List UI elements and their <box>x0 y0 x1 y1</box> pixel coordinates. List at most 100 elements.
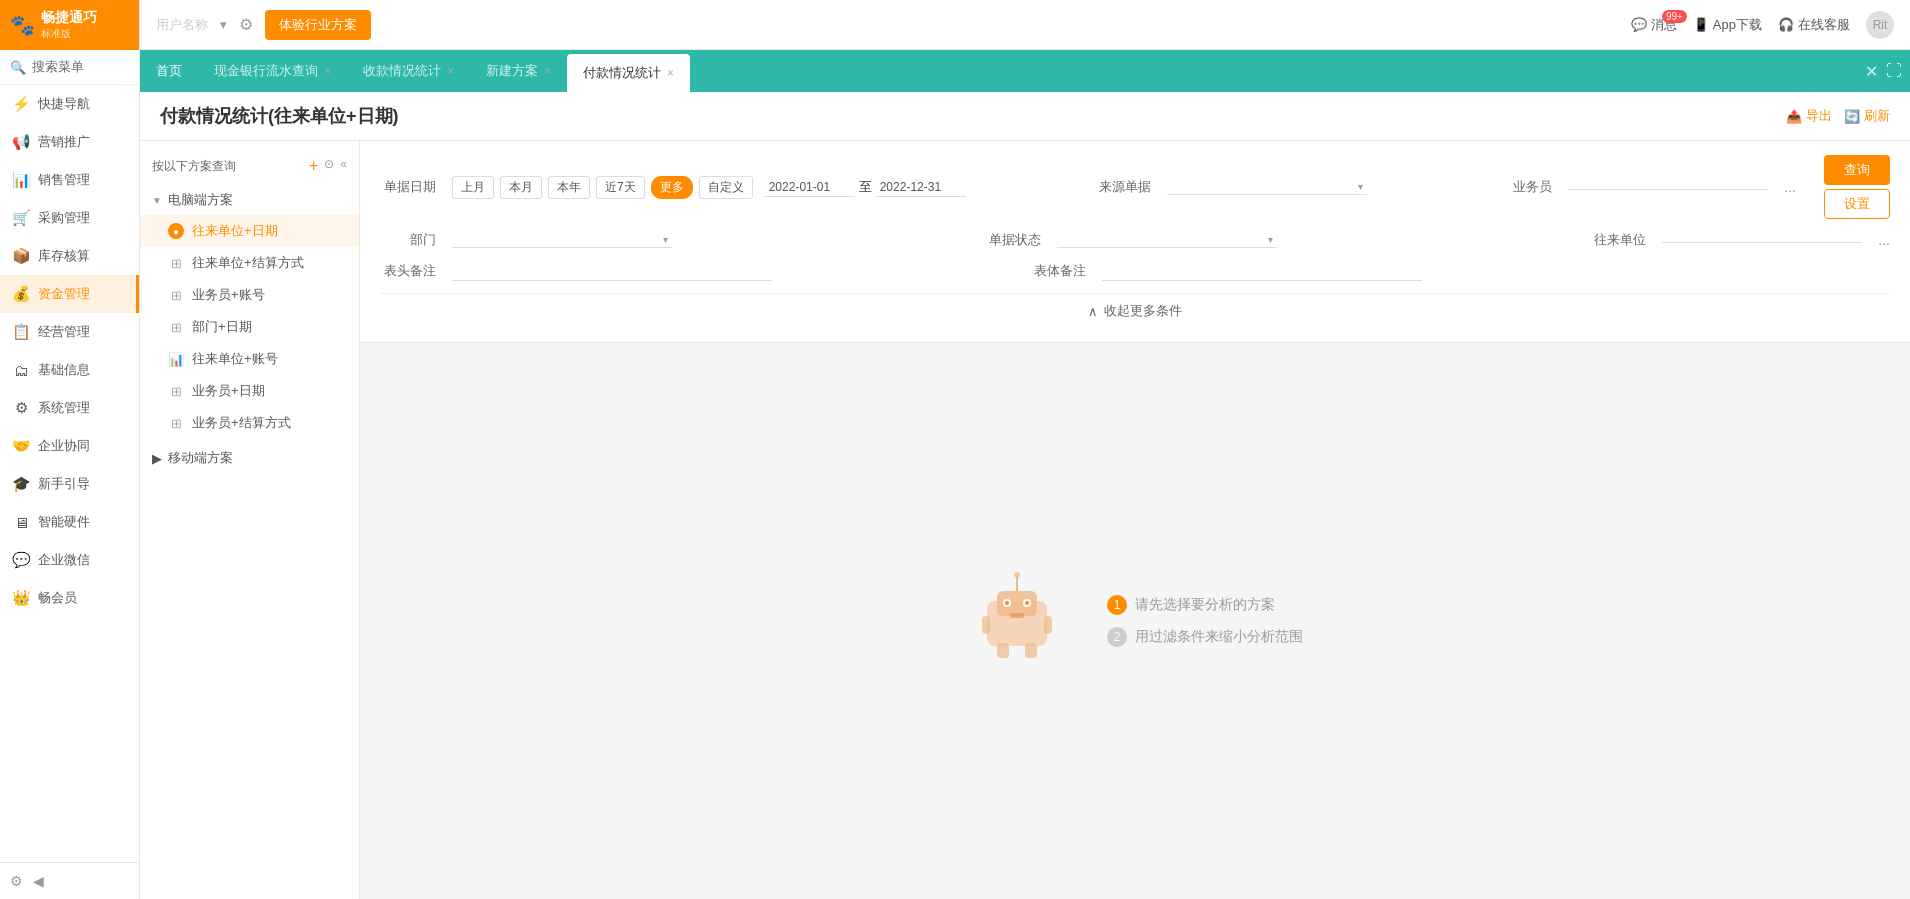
robot-area: 1 请先选择要分析的方案 2 用过滤条件来缩小分析范围 <box>967 571 1303 671</box>
wechat-icon: 💬 <box>12 551 30 569</box>
filter-row-2: 部门 ▾ 单据状态 ▾ 往来单位 <box>380 231 1890 249</box>
page-title: 付款情况统计(往来单位+日期) <box>160 104 399 128</box>
capital-icon: 💰 <box>12 285 30 303</box>
scheme-settings-btn[interactable]: ⊙ <box>324 157 334 175</box>
dept-label: 部门 <box>380 231 436 249</box>
sidebar-item-label: 新手引导 <box>38 475 90 493</box>
collapse-conditions-btn[interactable]: ∧ 收起更多条件 <box>380 293 1890 328</box>
page-header: 付款情况统计(往来单位+日期) 📤 导出 🔄 刷新 <box>140 92 1910 141</box>
content-area: 付款情况统计(往来单位+日期) 📤 导出 🔄 刷新 <box>140 92 1910 899</box>
scheme-salesman-account[interactable]: ⊞ 业务员+账号 <box>140 279 359 311</box>
sidebar-item-operation[interactable]: 📋 经营管理 <box>0 313 139 351</box>
this-month-btn[interactable]: 本月 <box>500 176 542 199</box>
svg-rect-10 <box>1025 643 1037 658</box>
mobile-section-title[interactable]: ▶ 移动端方案 <box>140 443 359 473</box>
partner-dots[interactable]: ... <box>1878 232 1890 248</box>
sidebar-item-enterprise[interactable]: 🤝 企业协同 <box>0 427 139 465</box>
scheme-unit-settlement[interactable]: ⊞ 往来单位+结算方式 <box>140 247 359 279</box>
sidebar-item-marketing[interactable]: 📢 营销推广 <box>0 123 139 161</box>
partner-select[interactable] <box>1662 238 1862 243</box>
scheme-unit-date[interactable]: ● 往来单位+日期 <box>140 215 359 247</box>
app-download-btn[interactable]: 📱 App下载 <box>1693 16 1762 34</box>
sidebar-item-guide[interactable]: 🎓 新手引导 <box>0 465 139 503</box>
guide-icon: 🎓 <box>12 475 30 493</box>
tab-receipt-stat-close[interactable]: × <box>447 64 454 78</box>
system-icon: ⚙ <box>12 399 30 417</box>
setting-btn[interactable]: 设置 <box>1824 189 1890 219</box>
sales-icon: 📊 <box>12 171 30 189</box>
service-icon: 🎧 <box>1778 17 1794 32</box>
this-year-btn[interactable]: 本年 <box>548 176 590 199</box>
sidebar-item-quick-nav[interactable]: ⚡ 快捷导航 <box>0 85 139 123</box>
voucher-status-select[interactable]: ▾ <box>1057 232 1277 248</box>
sidebar-item-inventory[interactable]: 📦 库存核算 <box>0 237 139 275</box>
header-remark-input[interactable] <box>452 261 772 281</box>
panel-collapse-btn[interactable]: « <box>340 157 347 175</box>
pc-section-title[interactable]: ▼ 电脑端方案 <box>140 185 359 215</box>
tab-bank-flow[interactable]: 现金银行流水查询 × <box>198 50 347 92</box>
date-to-input[interactable] <box>876 178 966 197</box>
last7-btn[interactable]: 近7天 <box>596 176 645 199</box>
tab-home[interactable]: 首页 <box>140 50 198 92</box>
sidebar-item-sales[interactable]: 📊 销售管理 <box>0 161 139 199</box>
date-from-input[interactable] <box>765 178 855 197</box>
sidebar-item-member[interactable]: 👑 畅会员 <box>0 579 139 617</box>
trial-btn[interactable]: 体验行业方案 <box>265 10 371 40</box>
tab-new-scheme-close[interactable]: × <box>544 64 551 78</box>
export-btn[interactable]: 📤 导出 <box>1786 107 1832 125</box>
scheme-label: 业务员+日期 <box>192 382 265 400</box>
last-month-btn[interactable]: 上月 <box>452 176 494 199</box>
sidebar-item-hardware[interactable]: 🖥 智能硬件 <box>0 503 139 541</box>
hint-row-1: 1 请先选择要分析的方案 <box>1107 595 1275 615</box>
salesman-select[interactable] <box>1568 185 1768 190</box>
search-icon: 🔍 <box>10 60 26 75</box>
scheme-salesman-settlement[interactable]: ⊞ 业务员+结算方式 <box>140 407 359 439</box>
sidebar-collapse-btn[interactable]: ◀ <box>33 873 44 889</box>
tab-new-scheme[interactable]: 新建方案 × <box>470 50 567 92</box>
scheme-unit-account[interactable]: 📊 往来单位+账号 <box>140 343 359 375</box>
hint-row-2: 2 用过滤条件来缩小分析范围 <box>1107 627 1303 647</box>
left-panel: 按以下方案查询 + ⊙ « ▼ 电脑端方案 ● <box>140 141 360 899</box>
tab-receipt-stat[interactable]: 收款情况统计 × <box>347 50 470 92</box>
add-scheme-btn[interactable]: + <box>309 157 318 175</box>
sidebar-item-purchase[interactable]: 🛒 采购管理 <box>0 199 139 237</box>
scheme-salesman-date[interactable]: ⊞ 业务员+日期 <box>140 375 359 407</box>
topbar-dropdown-icon[interactable]: ▾ <box>220 17 227 32</box>
sidebar-item-wechat[interactable]: 💬 企业微信 <box>0 541 139 579</box>
tab-payment-stat-close[interactable]: × <box>667 66 674 80</box>
source-voucher-select[interactable]: ▾ <box>1167 179 1367 195</box>
custom-btn[interactable]: 自定义 <box>699 176 753 199</box>
enterprise-icon: 🤝 <box>12 437 30 455</box>
sidebar-item-capital[interactable]: 💰 资金管理 <box>0 275 139 313</box>
message-btn[interactable]: 💬 消息 99+ <box>1631 16 1677 34</box>
topbar-gear-icon[interactable]: ⚙ <box>239 15 253 34</box>
tab-bank-flow-close[interactable]: × <box>324 64 331 78</box>
step-1-num: 1 <box>1107 595 1127 615</box>
tab-payment-stat[interactable]: 付款情况统计 × <box>567 54 690 92</box>
sidebar: 🐾 畅捷通巧 标准版 🔍 搜索菜单 ⚡ 快捷导航 📢 营销推广 📊 销售管理 🛒… <box>0 0 140 899</box>
tabs-expand-icon[interactable]: ⛶ <box>1886 62 1902 80</box>
app-name: 畅捷通巧 <box>41 9 97 27</box>
message-icon: 💬 <box>1631 17 1647 32</box>
sidebar-nav: ⚡ 快捷导航 📢 营销推广 📊 销售管理 🛒 采购管理 📦 库存核算 💰 资金管… <box>0 85 139 862</box>
scheme-dept-date[interactable]: ⊞ 部门+日期 <box>140 311 359 343</box>
tabs-close-icon[interactable]: ✕ <box>1865 62 1878 81</box>
sidebar-search[interactable]: 🔍 搜索菜单 <box>0 50 139 85</box>
query-btn[interactable]: 查询 <box>1824 155 1890 185</box>
operation-icon: 📋 <box>12 323 30 341</box>
sidebar-item-basic-info[interactable]: 🗂 基础信息 <box>0 351 139 389</box>
salesman-dots[interactable]: ... <box>1784 179 1796 195</box>
dept-select[interactable]: ▾ <box>452 232 672 248</box>
user-avatar[interactable]: Rit <box>1866 11 1894 39</box>
svg-point-5 <box>1025 601 1029 605</box>
more-btn[interactable]: 更多 <box>651 176 693 199</box>
sidebar-item-system[interactable]: ⚙ 系统管理 <box>0 389 139 427</box>
right-panel: 单据日期 上月 本月 本年 近7天 更多 自定义 至 <box>360 141 1910 899</box>
body-remark-label: 表体备注 <box>1030 262 1086 280</box>
sidebar-settings-btn[interactable]: ⚙ <box>10 873 23 889</box>
tab-payment-stat-label: 付款情况统计 <box>583 64 661 82</box>
body-remark-input[interactable] <box>1102 261 1422 281</box>
online-service-btn[interactable]: 🎧 在线客服 <box>1778 16 1850 34</box>
refresh-btn[interactable]: 🔄 刷新 <box>1844 107 1890 125</box>
refresh-icon: 🔄 <box>1844 109 1860 124</box>
